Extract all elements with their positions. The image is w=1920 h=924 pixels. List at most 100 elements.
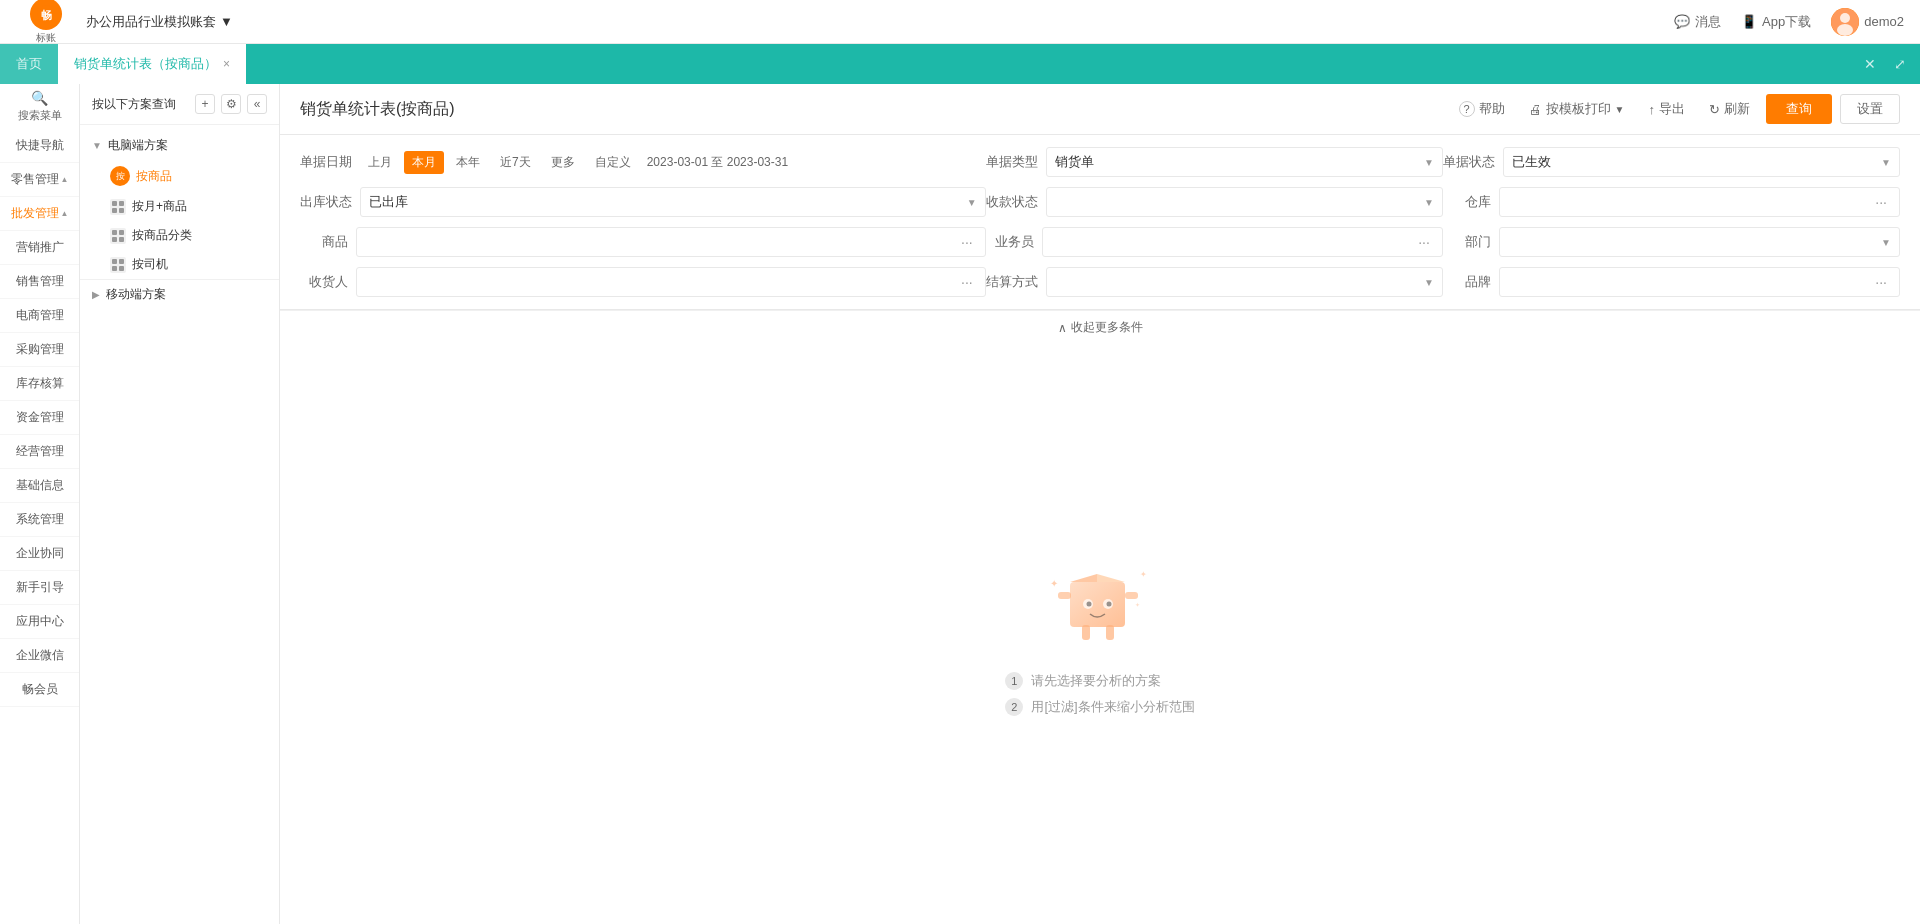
app-download-button[interactable]: 📱 App下载: [1741, 13, 1811, 31]
docstatus-label: 单据状态: [1443, 153, 1503, 171]
sidebar-corpwechat[interactable]: 企业微信: [0, 639, 79, 673]
print-button[interactable]: 🖨 按模板打印 ▼: [1521, 96, 1633, 122]
scheme-by-cashier[interactable]: 按司机: [80, 250, 279, 279]
warehouse-dots-icon[interactable]: ···: [1871, 194, 1891, 210]
search-menu-label: 搜索菜单: [4, 108, 75, 123]
consignee-dots-icon[interactable]: ···: [957, 274, 977, 290]
sidebar-retail[interactable]: 零售管理: [0, 163, 79, 197]
sidebar-wholesale[interactable]: 批发管理: [0, 197, 79, 231]
logo-text: 标账: [36, 31, 56, 45]
date-tab-this-month[interactable]: 本月: [404, 151, 444, 174]
mobile-section-label: 移动端方案: [106, 286, 166, 303]
date-tab-last-month[interactable]: 上月: [360, 151, 400, 174]
doctype-dropdown[interactable]: 销货单 ▼: [1046, 147, 1443, 177]
outstatus-label: 出库状态: [300, 193, 360, 211]
message-button[interactable]: 💬 消息: [1674, 13, 1721, 31]
appcenter-label: 应用中心: [16, 613, 64, 630]
product-dots-icon[interactable]: ···: [957, 234, 977, 250]
department-label: 部门: [1443, 233, 1499, 251]
refresh-button[interactable]: ↻ 刷新: [1701, 96, 1758, 122]
tab-home[interactable]: 首页: [0, 44, 58, 84]
docstatus-dropdown[interactable]: 已生效 ▼: [1503, 147, 1900, 177]
date-tab-7days[interactable]: 近7天: [492, 151, 539, 174]
payment-dropdown[interactable]: ▼: [1046, 267, 1443, 297]
sidebar-ecommerce[interactable]: 电商管理: [0, 299, 79, 333]
collapse-filter-button[interactable]: ∧ 收起更多条件: [280, 310, 1920, 344]
desktop-section-header[interactable]: ▼ 电脑端方案: [80, 131, 279, 160]
sidebar-newguide[interactable]: 新手引导: [0, 571, 79, 605]
brand-input[interactable]: ···: [1499, 267, 1900, 297]
search-menu-button[interactable]: 🔍 搜索菜单: [0, 84, 79, 129]
workspace-selector[interactable]: 办公用品行业模拟账套 ▼: [86, 13, 233, 31]
help-button[interactable]: ? 帮助: [1451, 96, 1513, 122]
sidebar-appcenter[interactable]: 应用中心: [0, 605, 79, 639]
tab-report[interactable]: 销货单统计表（按商品） ×: [58, 44, 246, 84]
filter-brand-cell: 品牌 ···: [1443, 267, 1900, 297]
collapse-panel-button[interactable]: «: [247, 94, 267, 114]
svg-rect-14: [119, 259, 124, 264]
left-panel-actions: + ⚙ «: [195, 94, 267, 114]
salesperson-input[interactable]: ···: [1042, 227, 1443, 257]
settings-button[interactable]: 设置: [1840, 94, 1900, 124]
sidebar-quicknav[interactable]: 快捷导航: [0, 129, 79, 163]
empty-state: ✦ ✦ ✦ 1 请先选择要分析的方案 2 用[过滤]条件来缩小分析范围: [280, 344, 1920, 924]
product-input[interactable]: ···: [356, 227, 986, 257]
filter-docstatus-cell: 单据状态 已生效 ▼: [1443, 147, 1900, 177]
date-tab-custom[interactable]: 自定义: [587, 151, 639, 174]
sidebar-purchase[interactable]: 采购管理: [0, 333, 79, 367]
filter-outstatus-cell: 出库状态 已出库 ▼: [300, 187, 986, 217]
marketing-label: 营销推广: [16, 239, 64, 256]
empty-tips: 1 请先选择要分析的方案 2 用[过滤]条件来缩小分析范围: [1005, 672, 1194, 716]
receiptstatus-dropdown[interactable]: ▼: [1046, 187, 1443, 217]
date-tab-more[interactable]: 更多: [543, 151, 583, 174]
consignee-input[interactable]: ···: [356, 267, 986, 297]
mobile-section-header[interactable]: ▶ 移动端方案: [80, 279, 279, 309]
filter-row-2: 出库状态 已出库 ▼ 收款状态 ▼ 仓库: [300, 187, 1900, 217]
mobile-arrow-icon: ▶: [92, 289, 100, 300]
export-button[interactable]: ↑ 导出: [1641, 96, 1694, 122]
sidebar-inventory[interactable]: 库存核算: [0, 367, 79, 401]
workspace-name: 办公用品行业模拟账套: [86, 13, 216, 31]
settings-scheme-button[interactable]: ⚙: [221, 94, 241, 114]
date-label: 单据日期: [300, 153, 360, 171]
tab-expand-btn[interactable]: ⤢: [1888, 52, 1912, 76]
sidebar-member[interactable]: 畅会员: [0, 673, 79, 707]
svg-point-20: [1087, 602, 1092, 607]
sidebar-finance[interactable]: 资金管理: [0, 401, 79, 435]
tip-num-1: 1: [1005, 672, 1023, 690]
salesperson-dots-icon[interactable]: ···: [1414, 234, 1434, 250]
scheme-by-cashier-label: 按司机: [132, 256, 168, 273]
svg-text:✦: ✦: [1135, 602, 1140, 608]
header-right: 💬 消息 📱 App下载 demo2: [1674, 8, 1904, 36]
scheme-icon-cashier: [110, 257, 126, 273]
outstatus-dropdown[interactable]: 已出库 ▼: [360, 187, 986, 217]
user-menu[interactable]: demo2: [1831, 8, 1904, 36]
svg-rect-6: [119, 201, 124, 206]
query-button[interactable]: 查询: [1766, 94, 1832, 124]
app-label: App下载: [1762, 13, 1811, 31]
date-tab-this-year[interactable]: 本年: [448, 151, 488, 174]
scheme-by-month-product[interactable]: 按月+商品: [80, 192, 279, 221]
empty-tip-1: 1 请先选择要分析的方案: [1005, 672, 1194, 690]
newguide-label: 新手引导: [16, 579, 64, 596]
enterprise-label: 企业协同: [16, 545, 64, 562]
sidebar-operation[interactable]: 经营管理: [0, 435, 79, 469]
scheme-by-product-label: 按商品: [136, 168, 172, 185]
export-label: 导出: [1659, 100, 1685, 118]
scheme-by-product[interactable]: 按 按商品: [80, 160, 279, 192]
tab-close-icon[interactable]: ×: [223, 57, 230, 71]
brand-dots-icon[interactable]: ···: [1871, 274, 1891, 290]
tab-close-btn[interactable]: ✕: [1858, 52, 1882, 76]
system-label: 系统管理: [16, 511, 64, 528]
sidebar-basic[interactable]: 基础信息: [0, 469, 79, 503]
svg-rect-10: [119, 230, 124, 235]
sidebar-system[interactable]: 系统管理: [0, 503, 79, 537]
scheme-by-category[interactable]: 按商品分类: [80, 221, 279, 250]
sidebar-marketing[interactable]: 营销推广: [0, 231, 79, 265]
warehouse-input[interactable]: ···: [1499, 187, 1900, 217]
add-scheme-button[interactable]: +: [195, 94, 215, 114]
sidebar-enterprise[interactable]: 企业协同: [0, 537, 79, 571]
department-dropdown[interactable]: ▼: [1499, 227, 1900, 257]
sidebar-sales[interactable]: 销售管理: [0, 265, 79, 299]
desktop-section-label: 电脑端方案: [108, 137, 168, 154]
